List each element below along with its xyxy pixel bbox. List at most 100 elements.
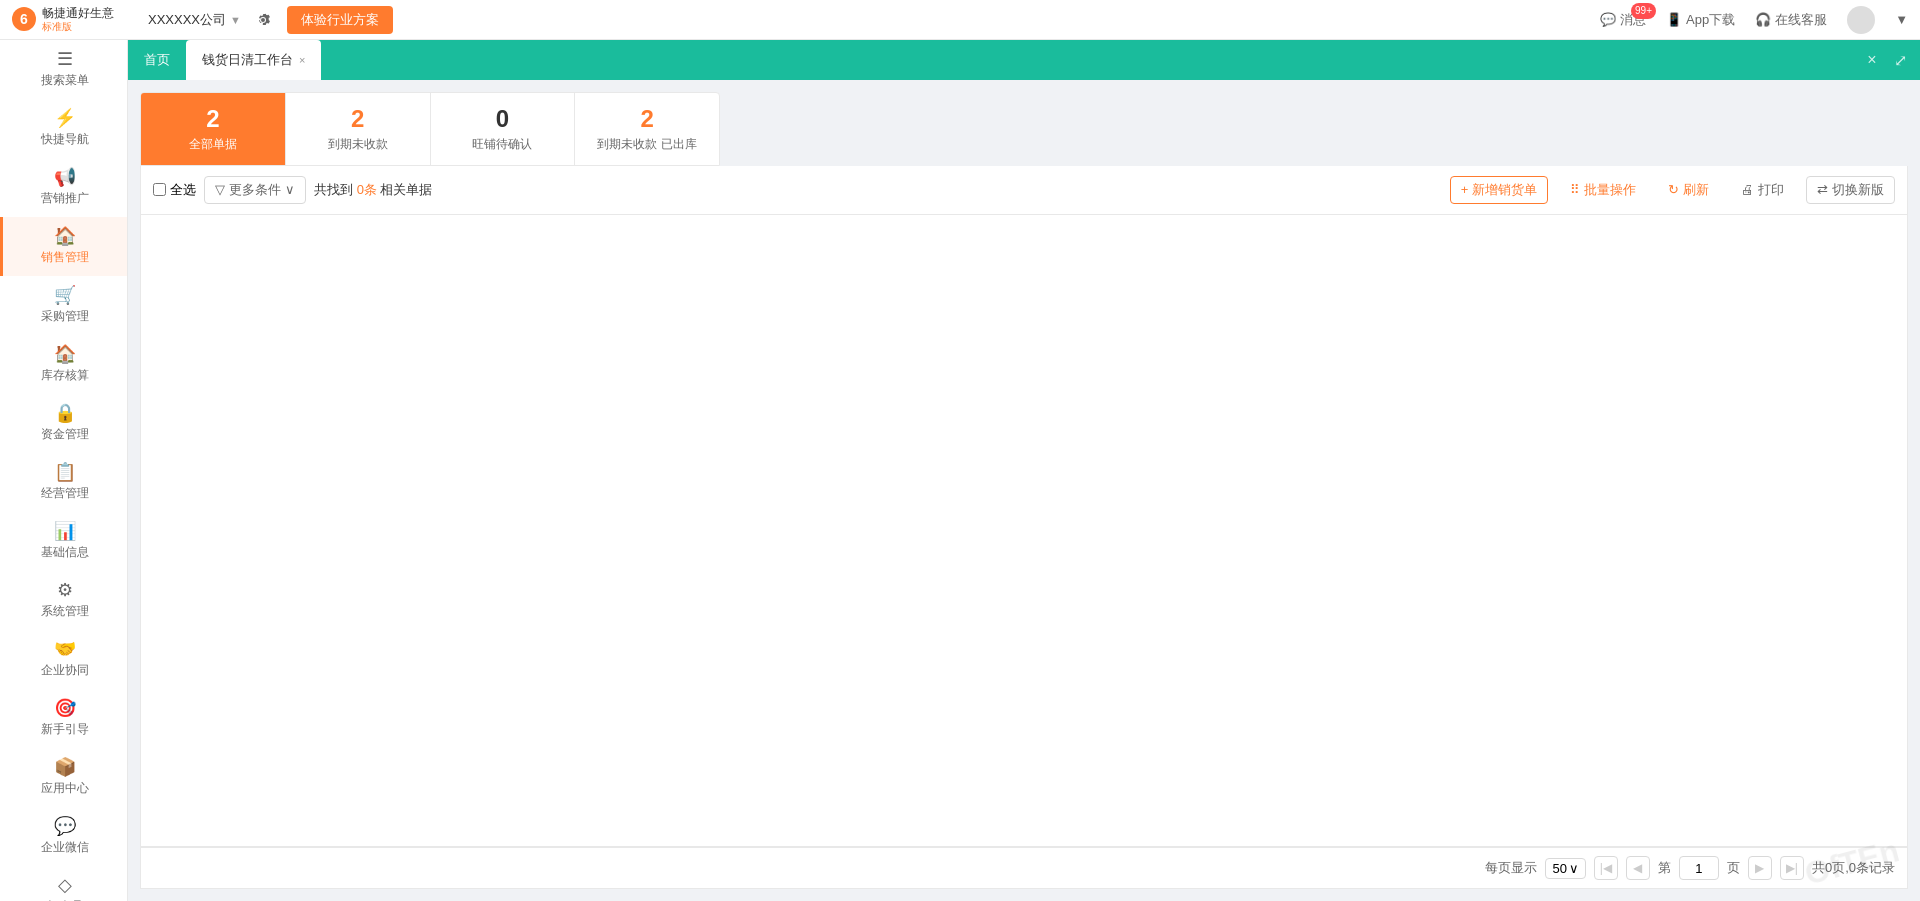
tab-fullscreen-button[interactable]: ⤢ — [1888, 48, 1912, 72]
stat-number-all: 2 — [206, 105, 219, 134]
next-page-button[interactable]: ▶ — [1748, 856, 1772, 880]
tab-close-icon[interactable]: × — [299, 54, 305, 66]
quick-nav-icon: ⚡ — [54, 109, 76, 127]
inventory-icon: 🏠 — [54, 345, 76, 363]
stat-card-overdue-out[interactable]: 2 到期未收款 已出库 — [575, 93, 719, 165]
sidebar-item-member[interactable]: ◇ 畅会员 — [0, 866, 127, 901]
base-info-icon: 📊 — [54, 522, 76, 540]
last-page-button[interactable]: ▶| — [1780, 856, 1804, 880]
sidebar-label-finance: 资金管理 — [41, 426, 89, 443]
page-size-arrow: ∨ — [1569, 861, 1579, 876]
enterprise-icon: 🤝 — [54, 640, 76, 658]
logo-text: 畅捷通好生意 标准版 — [42, 6, 114, 32]
filter-icon: ▽ — [215, 182, 225, 197]
app-download-button[interactable]: 📱 App下载 — [1666, 11, 1735, 29]
select-all-checkbox[interactable]: 全选 — [153, 181, 196, 199]
sidebar-label-search-menu: 搜索菜单 — [41, 72, 89, 89]
stat-label-all: 全部单据 — [189, 136, 237, 153]
content-area: 首页 钱货日清工作台 × × ⤢ 2 全部单据 — [128, 40, 1920, 901]
search-menu-icon: ☰ — [57, 50, 73, 68]
stat-number-overdue-out: 2 — [640, 105, 653, 134]
sidebar-item-sales[interactable]: 🏠 销售管理 — [0, 217, 127, 276]
tab-cashflow[interactable]: 钱货日清工作台 × — [186, 40, 321, 80]
logo-area: 6 畅捷通好生意 标准版 — [12, 6, 140, 32]
tab-controls: × ⤢ — [1860, 48, 1920, 72]
select-all-input[interactable] — [153, 183, 166, 196]
guide-icon: 🎯 — [54, 699, 76, 717]
operations-icon: 📋 — [54, 463, 76, 481]
online-service-button[interactable]: 🎧 在线客服 — [1755, 11, 1827, 29]
refresh-icon: ↻ — [1668, 182, 1679, 197]
page-label: 第 — [1658, 859, 1671, 877]
print-button[interactable]: 🖨 打印 — [1731, 177, 1794, 203]
sidebar-label-enterprise: 企业协同 — [41, 662, 89, 679]
page-size-select[interactable]: 50 ∨ — [1545, 858, 1585, 879]
toolbar-left: 全选 ▽ 更多条件 ∨ 共找到 0条 相关单据 — [153, 176, 1438, 204]
sidebar-label-purchase: 采购管理 — [41, 308, 89, 325]
total-info: 共0页,0条记录 — [1812, 859, 1895, 877]
stat-card-all[interactable]: 2 全部单据 — [141, 93, 286, 165]
sidebar-item-base-info[interactable]: 📊 基础信息 — [0, 512, 127, 571]
stat-card-pending[interactable]: 0 旺铺待确认 — [431, 93, 576, 165]
user-name[interactable]: ▼ — [1895, 12, 1908, 27]
sidebar-label-base-info: 基础信息 — [41, 544, 89, 561]
trial-button[interactable]: 体验行业方案 — [287, 6, 393, 34]
page-content: 2 全部单据 2 到期未收款 0 旺铺待确认 — [128, 80, 1920, 901]
table-area — [140, 215, 1908, 847]
sidebar-item-enterprise[interactable]: 🤝 企业协同 — [0, 630, 127, 689]
sidebar-label-guide: 新手引导 — [41, 721, 89, 738]
sidebar-label-system: 系统管理 — [41, 603, 89, 620]
result-count: 0条 — [357, 182, 377, 197]
user-avatar[interactable] — [1847, 6, 1875, 34]
headset-icon: 🎧 — [1755, 12, 1771, 27]
message-badge: 99+ — [1631, 3, 1656, 19]
sidebar-label-sales: 销售管理 — [41, 249, 89, 266]
refresh-button[interactable]: ↻ 刷新 — [1658, 177, 1719, 203]
sidebar-item-wechat[interactable]: 💬 企业微信 — [0, 807, 127, 866]
sidebar-item-purchase[interactable]: 🛒 采购管理 — [0, 276, 127, 335]
stat-number-pending: 0 — [496, 105, 509, 134]
more-filter-button[interactable]: ▽ 更多条件 ∨ — [204, 176, 306, 204]
stat-card-overdue[interactable]: 2 到期未收款 — [286, 93, 431, 165]
top-header: 6 畅捷通好生意 标准版 XXXXXX公司 ▼ 体验行业方案 💬 消息 99+ … — [0, 0, 1920, 40]
tab-home[interactable]: 首页 — [128, 40, 186, 80]
sidebar-label-marketing: 营销推广 — [41, 190, 89, 207]
sidebar-item-quick-nav[interactable]: ⚡ 快捷导航 — [0, 99, 127, 158]
batch-icon: ⠿ — [1570, 182, 1580, 197]
sidebar-item-marketing[interactable]: 📢 营销推广 — [0, 158, 127, 217]
sidebar-item-finance[interactable]: 🔒 资金管理 — [0, 394, 127, 453]
settings-icon[interactable] — [249, 6, 277, 34]
print-icon: 🖨 — [1741, 182, 1754, 197]
wechat-icon: 💬 — [54, 817, 76, 835]
sidebar-item-app-center[interactable]: 📦 应用中心 — [0, 748, 127, 807]
sidebar-item-search-menu[interactable]: ☰ 搜索菜单 — [0, 40, 127, 99]
company-selector[interactable]: XXXXXX公司 ▼ — [148, 11, 241, 29]
result-text: 共找到 0条 相关单据 — [314, 181, 432, 199]
sidebar-label-operations: 经营管理 — [41, 485, 89, 502]
page-input[interactable] — [1679, 856, 1719, 880]
sidebar-item-system[interactable]: ⚙ 系统管理 — [0, 571, 127, 630]
member-icon: ◇ — [58, 876, 72, 894]
sidebar-label-quick-nav: 快捷导航 — [41, 131, 89, 148]
sidebar-label-wechat: 企业微信 — [41, 839, 89, 856]
switch-version-button[interactable]: ⇄ 切换新版 — [1806, 176, 1895, 204]
sidebar-item-operations[interactable]: 📋 经营管理 — [0, 453, 127, 512]
batch-operation-button[interactable]: ⠿ 批量操作 — [1560, 177, 1646, 203]
filter-dropdown-icon: ∨ — [285, 182, 295, 197]
stat-label-overdue: 到期未收款 — [328, 136, 388, 153]
sidebar-label-inventory: 库存核算 — [41, 367, 89, 384]
prev-page-button[interactable]: ◀ — [1626, 856, 1650, 880]
stat-number-overdue: 2 — [351, 105, 364, 134]
sidebar-item-inventory[interactable]: 🏠 库存核算 — [0, 335, 127, 394]
stat-label-overdue-out: 到期未收款 已出库 — [597, 136, 696, 153]
phone-icon: 📱 — [1666, 12, 1682, 27]
page-label-2: 页 — [1727, 859, 1740, 877]
finance-icon: 🔒 — [54, 404, 76, 422]
first-page-button[interactable]: |◀ — [1594, 856, 1618, 880]
add-sale-button[interactable]: + 新增销货单 — [1450, 176, 1548, 204]
message-button[interactable]: 💬 消息 99+ — [1600, 11, 1646, 29]
app-center-icon: 📦 — [54, 758, 76, 776]
system-icon: ⚙ — [57, 581, 73, 599]
sidebar-item-guide[interactable]: 🎯 新手引导 — [0, 689, 127, 748]
tab-close-button[interactable]: × — [1860, 48, 1884, 72]
